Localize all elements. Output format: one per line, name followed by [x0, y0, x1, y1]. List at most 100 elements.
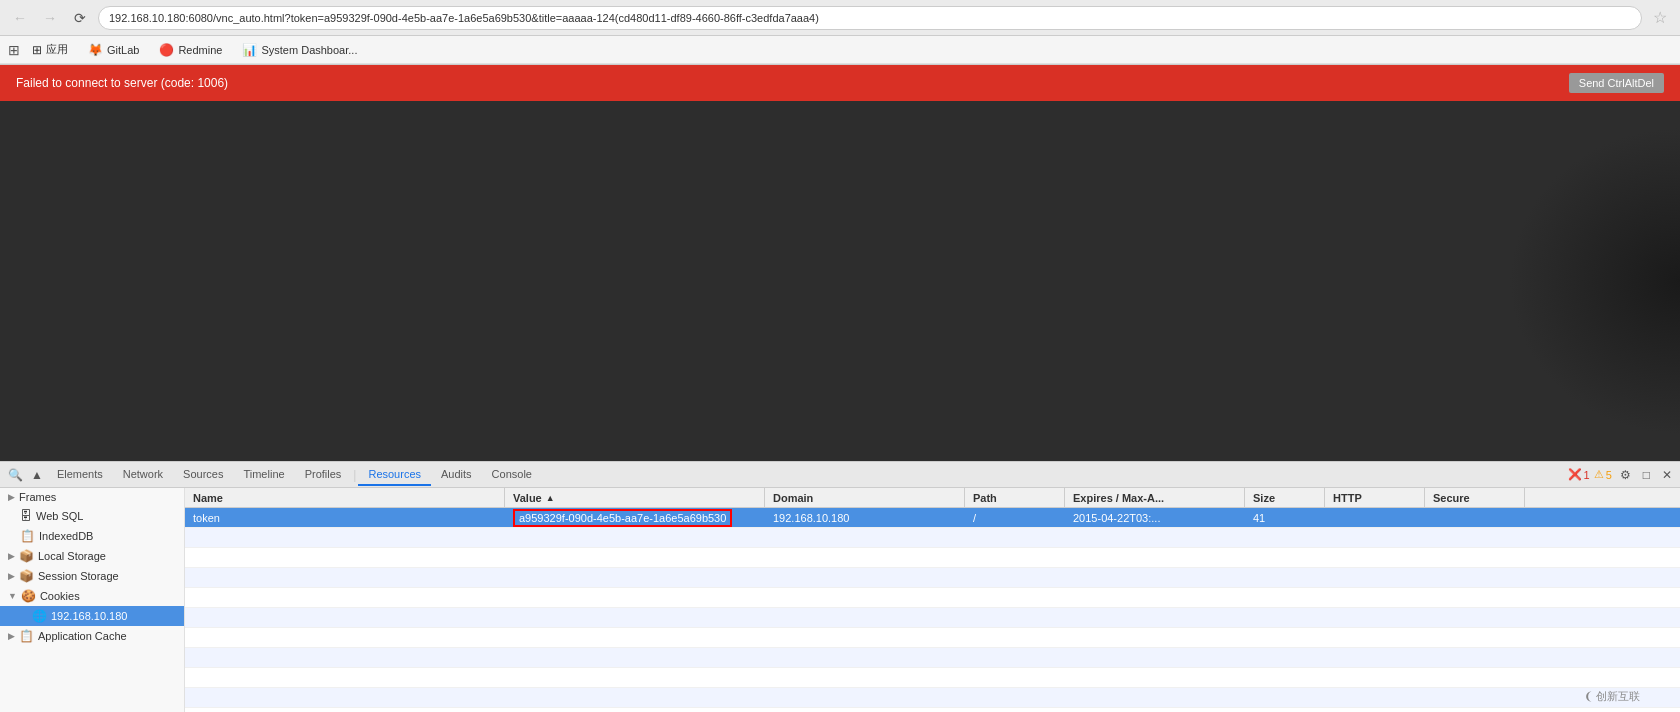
- empty-row: [185, 688, 1680, 708]
- empty-rows: [185, 528, 1680, 712]
- col-header-expires[interactable]: Expires / Max-A...: [1065, 488, 1245, 507]
- sidebar-item-application-cache[interactable]: ▶ 📋 Application Cache: [0, 626, 184, 646]
- session-storage-expand-arrow: ▶: [8, 571, 15, 581]
- bookmark-redmine-label: Redmine: [178, 44, 222, 56]
- web-sql-icon: 🗄: [20, 509, 32, 523]
- cell-name: token: [185, 508, 505, 527]
- cell-expires: 2015-04-22T03:...: [1065, 508, 1245, 527]
- empty-row: [185, 648, 1680, 668]
- bookmark-dashboard-label: System Dashboar...: [261, 44, 357, 56]
- value-highlight-box: a959329f-090d-4e5b-aa7e-1a6e5a69b530: [513, 509, 732, 527]
- col-header-size[interactable]: Size: [1245, 488, 1325, 507]
- tab-network[interactable]: Network: [113, 464, 173, 486]
- cell-domain: 192.168.10.180: [765, 508, 965, 527]
- value-sort-arrow: ▲: [546, 493, 555, 503]
- devtools-close-button[interactable]: ✕: [1658, 466, 1676, 484]
- send-ctrl-alt-del-button[interactable]: Send CtrlAltDel: [1569, 73, 1664, 93]
- col-header-path[interactable]: Path: [965, 488, 1065, 507]
- sidebar-item-frames[interactable]: ▶ Frames: [0, 488, 184, 506]
- app-cache-icon: 📋: [19, 629, 34, 643]
- bookmark-system-dashboard[interactable]: 📊 System Dashboar...: [234, 41, 365, 59]
- cell-value: a959329f-090d-4e5b-aa7e-1a6e5a69b530: [505, 508, 765, 527]
- tab-elements[interactable]: Elements: [47, 464, 113, 486]
- cell-path: /: [965, 508, 1065, 527]
- sidebar-item-indexeddb[interactable]: 📋 IndexedDB: [0, 526, 184, 546]
- empty-row: [185, 708, 1680, 712]
- cookies-icon: 🍪: [21, 589, 36, 603]
- cookies-label: Cookies: [40, 590, 80, 602]
- col-header-name[interactable]: Name: [185, 488, 505, 507]
- tab-sources[interactable]: Sources: [173, 464, 233, 486]
- sidebar-item-local-storage[interactable]: ▶ 📦 Local Storage: [0, 546, 184, 566]
- session-storage-icon: 📦: [19, 569, 34, 583]
- apps-icon: ⊞: [8, 42, 20, 58]
- empty-row: [185, 528, 1680, 548]
- web-sql-label: Web SQL: [36, 510, 84, 522]
- reload-button[interactable]: ⟳: [68, 6, 92, 30]
- devtools-device-button[interactable]: ▲: [27, 466, 47, 484]
- redmine-icon: 🔴: [159, 43, 174, 57]
- error-banner: Failed to connect to server (code: 1006)…: [0, 65, 1680, 101]
- tab-separator: |: [353, 468, 356, 482]
- tab-console[interactable]: Console: [482, 464, 542, 486]
- bookmark-redmine[interactable]: 🔴 Redmine: [151, 41, 230, 59]
- warning-count-indicator: ⚠5: [1594, 466, 1612, 484]
- bookmark-gitlab-label: GitLab: [107, 44, 139, 56]
- cookies-expand-arrow: ▼: [8, 591, 17, 601]
- col-header-value[interactable]: Value ▲: [505, 488, 765, 507]
- app-cache-label: Application Cache: [38, 630, 127, 642]
- error-message: Failed to connect to server (code: 1006): [16, 76, 228, 90]
- local-storage-icon: 📦: [19, 549, 34, 563]
- cookies-content-area: Name Value ▲ Domain Path Expires / Max-A…: [185, 488, 1680, 712]
- dashboard-icon: 📊: [242, 43, 257, 57]
- tab-audits[interactable]: Audits: [431, 464, 482, 486]
- sidebar-item-session-storage[interactable]: ▶ 📦 Session Storage: [0, 566, 184, 586]
- empty-row: [185, 588, 1680, 608]
- bookmark-apps-label: 应用: [46, 42, 68, 57]
- col-header-secure[interactable]: Secure: [1425, 488, 1525, 507]
- cookie-host-icon: 🌐: [32, 609, 47, 623]
- vnc-content-area: [0, 101, 1680, 461]
- cookie-host-label: 192.168.10.180: [51, 610, 127, 622]
- bookmarks-bar: ⊞ ⊞ 应用 🦊 GitLab 🔴 Redmine 📊 System Dashb…: [0, 36, 1680, 64]
- empty-row: [185, 568, 1680, 588]
- cell-http: [1325, 508, 1425, 527]
- error-count-indicator: ❌1: [1568, 466, 1590, 484]
- devtools-settings-button[interactable]: ⚙: [1616, 466, 1635, 484]
- devtools-dock-button[interactable]: □: [1639, 466, 1654, 484]
- watermark-text: ❨ 创新互联: [1584, 690, 1640, 702]
- nav-bar: ← → ⟳ ☆: [0, 0, 1680, 36]
- empty-row: [185, 628, 1680, 648]
- bookmark-star-button[interactable]: ☆: [1648, 6, 1672, 30]
- sidebar-item-192-168-10-180[interactable]: 🌐 192.168.10.180: [0, 606, 184, 626]
- cell-secure: [1425, 508, 1525, 527]
- watermark: ❨ 创新互联: [1584, 689, 1640, 704]
- tab-timeline[interactable]: Timeline: [233, 464, 294, 486]
- bookmark-apps[interactable]: ⊞ 应用: [24, 40, 76, 59]
- sidebar-item-web-sql[interactable]: 🗄 Web SQL: [0, 506, 184, 526]
- browser-chrome: ← → ⟳ ☆ ⊞ ⊞ 应用 🦊 GitLab 🔴 Redmine 📊 Syst…: [0, 0, 1680, 65]
- cell-size: 41: [1245, 508, 1325, 527]
- indexeddb-label: IndexedDB: [39, 530, 93, 542]
- devtools-search-button[interactable]: 🔍: [4, 466, 27, 484]
- address-bar[interactable]: [98, 6, 1642, 30]
- tab-profiles[interactable]: Profiles: [295, 464, 352, 486]
- col-header-http[interactable]: HTTP: [1325, 488, 1425, 507]
- devtools-body: ▶ Frames 🗄 Web SQL 📋 IndexedDB ▶ 📦 Local…: [0, 488, 1680, 712]
- col-header-domain[interactable]: Domain: [765, 488, 965, 507]
- table-row[interactable]: token a959329f-090d-4e5b-aa7e-1a6e5a69b5…: [185, 508, 1680, 528]
- devtools-sidebar: ▶ Frames 🗄 Web SQL 📋 IndexedDB ▶ 📦 Local…: [0, 488, 185, 712]
- tab-resources[interactable]: Resources: [358, 464, 431, 486]
- forward-button[interactable]: →: [38, 6, 62, 30]
- app-cache-expand-arrow: ▶: [8, 631, 15, 641]
- bookmark-gitlab[interactable]: 🦊 GitLab: [80, 41, 147, 59]
- indexeddb-icon: 📋: [20, 529, 35, 543]
- empty-row: [185, 608, 1680, 628]
- sidebar-item-cookies[interactable]: ▼ 🍪 Cookies: [0, 586, 184, 606]
- frames-label: Frames: [19, 491, 56, 503]
- back-button[interactable]: ←: [8, 6, 32, 30]
- empty-row: [185, 548, 1680, 568]
- devtools-panel: 🔍 ▲ Elements Network Sources Timeline Pr…: [0, 461, 1680, 712]
- local-storage-label: Local Storage: [38, 550, 106, 562]
- gitlab-icon: 🦊: [88, 43, 103, 57]
